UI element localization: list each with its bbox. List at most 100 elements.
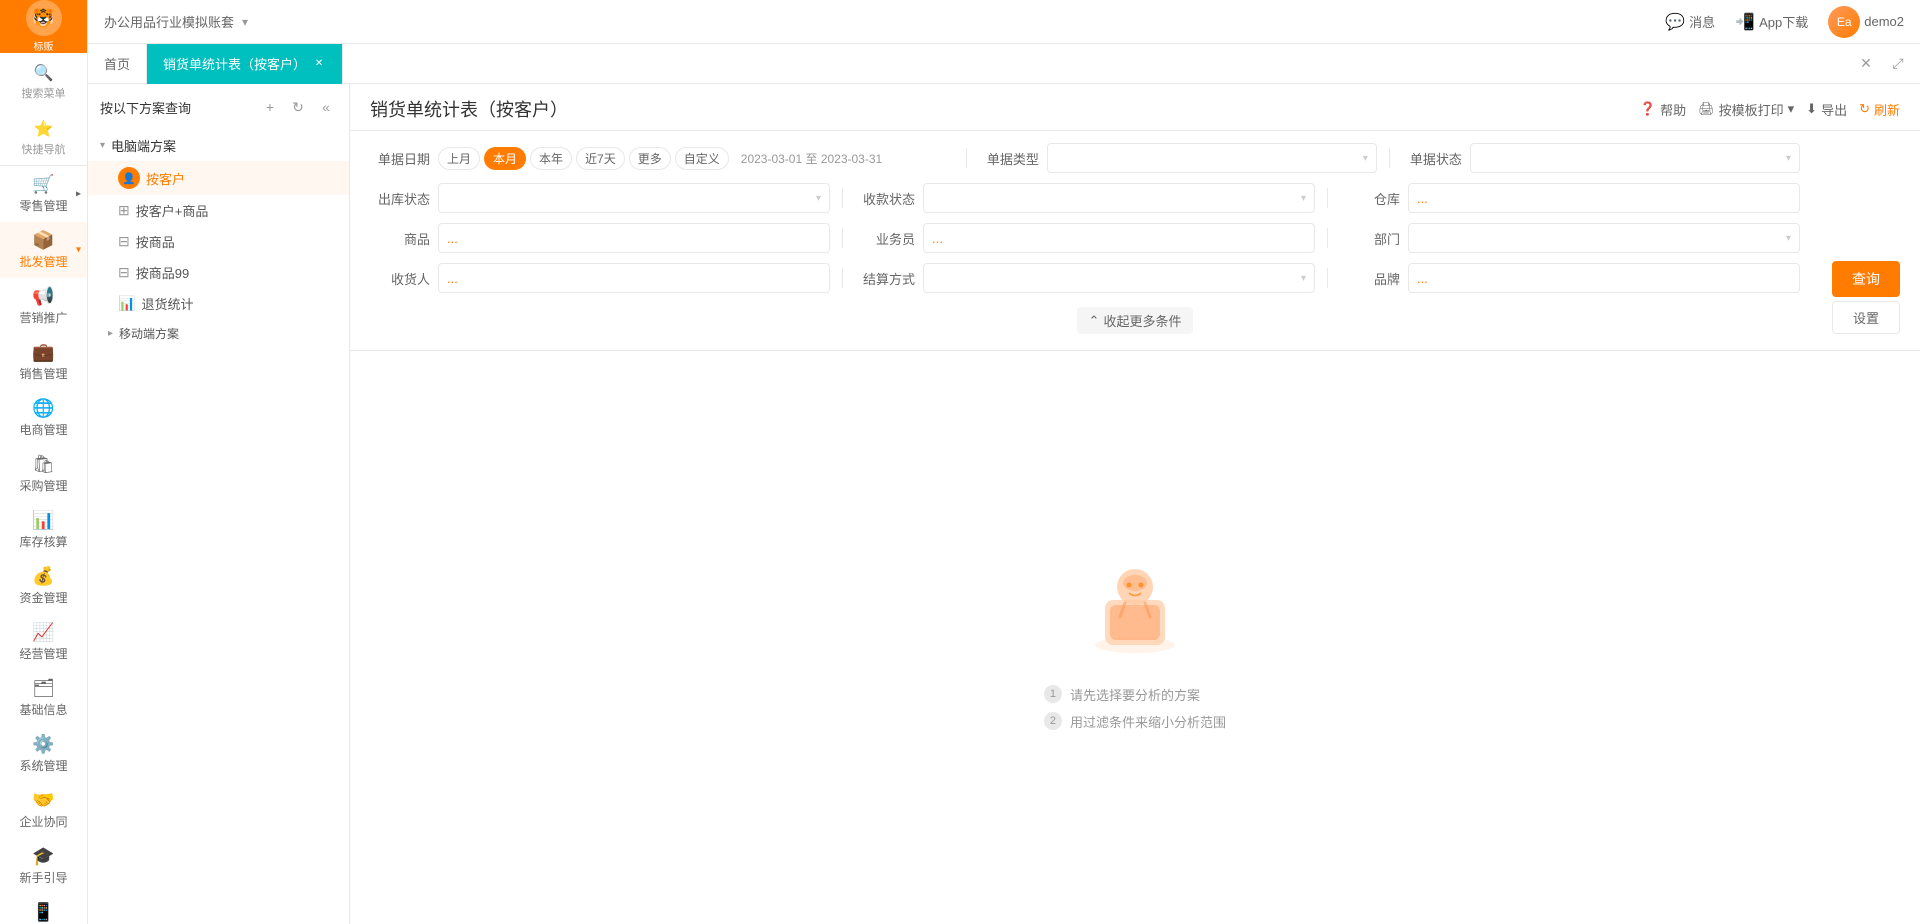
tree-item-product99-label: 按商品99 <box>136 263 189 282</box>
doc-type-arrow: ▾ <box>1363 153 1368 164</box>
divider5 <box>842 228 843 248</box>
date-range-group: 上月 本月 本年 近7天 更多 自定义 2023-03-01 至 2023-03… <box>438 147 882 170</box>
sidebar-item-base[interactable]: 🗂 基础信息 <box>0 670 87 726</box>
salesperson-select[interactable]: ... <box>923 223 1315 253</box>
sidebar-item-purchase[interactable]: 🛍 采购管理 <box>0 446 87 502</box>
export-btn[interactable]: ⬇ 导出 <box>1806 100 1847 119</box>
payment-method-arrow: ▾ <box>1301 273 1306 284</box>
add-plan-btn[interactable]: + <box>259 96 281 118</box>
mobile-group-header[interactable]: ▸ 移动端方案 <box>88 319 349 348</box>
tree-item-by-product-99[interactable]: ⊟ 按商品99 <box>88 257 349 288</box>
doc-type-label: 单据类型 <box>979 149 1039 168</box>
app-download-action[interactable]: 📲 App下载 <box>1735 12 1808 32</box>
message-action[interactable]: 💬 消息 <box>1665 12 1715 32</box>
sidebar-item-marketing[interactable]: 📢 营销推广 <box>0 278 87 334</box>
query-button[interactable]: 查询 <box>1832 261 1900 297</box>
nav-label-finance: 资金管理 <box>19 589 67 606</box>
custom-btn[interactable]: 自定义 <box>675 147 729 170</box>
print-label: 按模板打印 <box>1719 100 1784 119</box>
payment-status-select[interactable]: ▾ <box>923 183 1315 213</box>
empty-illustration <box>1075 545 1195 665</box>
top-header: 办公用品行业模拟账套 ▾ 💬 消息 📲 App下载 Ea demo2 <box>88 0 1920 44</box>
tab-maximize[interactable]: ⤢ <box>1884 50 1912 78</box>
sidebar-item-ecommerce[interactable]: 🌐 电商管理 <box>0 390 87 446</box>
sidebar-item-wholesale[interactable]: 📦 批发管理 ▾ <box>0 222 87 278</box>
header-left: 办公用品行业模拟账套 ▾ <box>104 12 248 31</box>
action-buttons: 查询 设置 <box>1832 261 1900 334</box>
shortcut-nav[interactable]: ⭐ 快捷导航 <box>0 109 87 166</box>
this-year-btn[interactable]: 本年 <box>530 147 572 170</box>
nav-label-marketing: 营销推广 <box>19 309 67 326</box>
sidebar-item-enterprise[interactable]: 🤝 企业协同 <box>0 782 87 838</box>
help-btn[interactable]: ❓ 帮助 <box>1640 100 1686 119</box>
tip-text-1: 请先选择要分析的方案 <box>1070 685 1200 704</box>
tab-close-window[interactable]: ✕ <box>1852 50 1880 78</box>
payment-method-label: 结算方式 <box>855 269 915 288</box>
search-menu[interactable]: 🔍 搜索菜单 <box>0 53 87 109</box>
refresh-label: 刷新 <box>1874 100 1900 119</box>
salesperson-label: 业务员 <box>855 229 915 248</box>
sidebar-item-apps[interactable]: 📱 应用中心 <box>0 894 87 924</box>
avatar-text: Ea <box>1837 15 1852 29</box>
tab-home[interactable]: 首页 <box>88 44 147 84</box>
refresh-btn[interactable]: ↻ 刷新 <box>1859 100 1900 119</box>
payment-status-label: 收款状态 <box>855 189 915 208</box>
sidebar-item-retail[interactable]: 🛒 零售管理 ▸ <box>0 166 87 222</box>
pc-group: ▾ 电脑端方案 👤 按客户 ⊞ 按客户+商品 ⊟ <box>88 130 349 319</box>
header-dropdown[interactable]: ▾ <box>242 15 248 29</box>
nav-menu: 🛒 零售管理 ▸ 📦 批发管理 ▾ 📢 营销推广 💼 销售管理 🌐 电商管理 🛍… <box>0 166 87 924</box>
divider8 <box>1327 268 1328 288</box>
collapse-label: 收起更多条件 <box>1103 311 1181 330</box>
pc-group-header[interactable]: ▾ 电脑端方案 <box>88 130 349 161</box>
user-name: demo2 <box>1864 14 1904 29</box>
app-download-icon: 📲 <box>1735 12 1755 32</box>
user-profile[interactable]: Ea demo2 <box>1828 6 1904 38</box>
tree-item-by-customer-product[interactable]: ⊞ 按客户+商品 <box>88 195 349 226</box>
apps-icon: 📱 <box>32 902 54 923</box>
department-arrow: ▾ <box>1786 233 1791 244</box>
mobile-group-arrow: ▸ <box>108 328 113 339</box>
tree-item-return-stats[interactable]: 📊 退货统计 <box>88 288 349 319</box>
nav-label-inventory: 库存核算 <box>19 533 67 550</box>
empty-tip-1: 1 请先选择要分析的方案 <box>1044 685 1226 704</box>
filter-product: 商品 ... <box>370 223 830 253</box>
tree-item-by-customer[interactable]: 👤 按客户 <box>88 161 349 195</box>
department-select[interactable]: ▾ <box>1408 223 1800 253</box>
logo[interactable]: 🐯 标贩 <box>0 0 88 53</box>
more-btn[interactable]: 更多 <box>629 147 671 170</box>
collapse-panel-btn[interactable]: « <box>315 96 337 118</box>
product-select[interactable]: ... <box>438 223 830 253</box>
divider6 <box>1327 228 1328 248</box>
customer-circle-icon: 👤 <box>118 167 140 189</box>
sidebar-item-operations[interactable]: 📈 经营管理 <box>0 614 87 670</box>
out-status-select[interactable]: ▾ <box>438 183 830 213</box>
newbie-icon: 🎓 <box>32 846 54 867</box>
doc-type-select[interactable]: ▾ <box>1047 143 1377 173</box>
filter-date: 单据日期 上月 本月 本年 近7天 更多 自定义 2023-03-01 至 20… <box>370 147 954 170</box>
divider4 <box>1327 188 1328 208</box>
refresh-plan-btn[interactable]: ↻ <box>287 96 309 118</box>
collapse-btn[interactable]: ⌃ 收起更多条件 <box>1077 307 1194 334</box>
filter-section: 单据日期 上月 本月 本年 近7天 更多 自定义 2023-03-01 至 20… <box>350 131 1920 351</box>
last-month-btn[interactable]: 上月 <box>438 147 480 170</box>
tree-item-by-product[interactable]: ⊟ 按商品 <box>88 226 349 257</box>
sidebar-item-sales[interactable]: 💼 销售管理 <box>0 334 87 390</box>
sidebar-item-newbie[interactable]: 🎓 新手引导 <box>0 838 87 894</box>
warehouse-select[interactable]: ... <box>1408 183 1800 213</box>
sidebar-item-system[interactable]: ⚙️ 系统管理 <box>0 726 87 782</box>
tab-sales-report[interactable]: 销货单统计表（按客户） ✕ <box>147 44 343 84</box>
receiver-select[interactable]: ... <box>438 263 830 293</box>
filter-doc-type: 单据类型 ▾ <box>979 143 1377 173</box>
tab-sales-report-label: 销货单统计表（按客户） <box>163 54 306 73</box>
payment-method-select[interactable]: ▾ <box>923 263 1315 293</box>
tab-close-btn[interactable]: ✕ <box>312 57 326 71</box>
date-range-text: 2023-03-01 至 2023-03-31 <box>741 150 882 167</box>
this-month-btn[interactable]: 本月 <box>484 147 526 170</box>
brand-select[interactable]: ... <box>1408 263 1800 293</box>
print-btn[interactable]: 🖨 按模板打印 ▾ <box>1698 100 1794 119</box>
doc-status-select[interactable]: ▾ <box>1470 143 1800 173</box>
sidebar-item-finance[interactable]: 💰 资金管理 <box>0 558 87 614</box>
sidebar-item-inventory[interactable]: 📊 库存核算 <box>0 502 87 558</box>
settings-button[interactable]: 设置 <box>1832 301 1900 334</box>
last-7-days-btn[interactable]: 近7天 <box>576 147 625 170</box>
